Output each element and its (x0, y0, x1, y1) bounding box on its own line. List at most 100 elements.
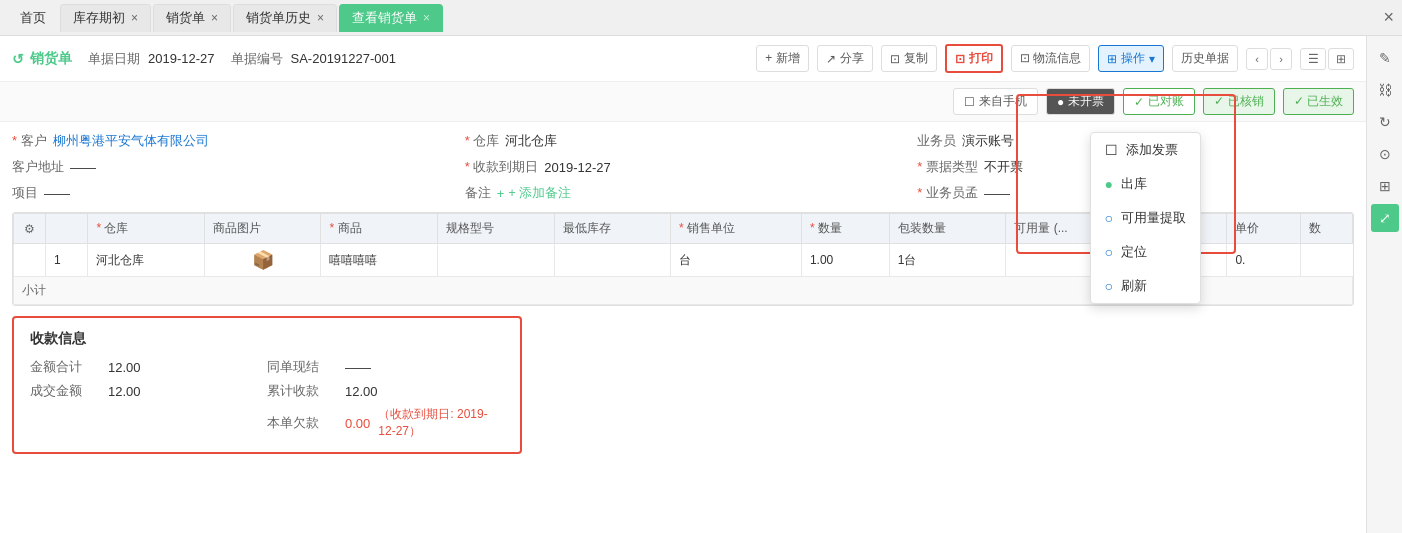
print-button[interactable]: ⊡ 打印 (945, 44, 1003, 73)
balance-row: 本单欠款 0.00 （收款到期日: 2019-12-27） (267, 406, 504, 440)
tab-bar-close[interactable]: × (1383, 7, 1394, 28)
tab-sales-close[interactable]: × (211, 11, 218, 25)
tab-view-sales[interactable]: 查看销货单 × (339, 4, 443, 32)
dropdown-locate[interactable]: ○ 定位 (1091, 235, 1200, 269)
tab-sales[interactable]: 销货单 × (153, 4, 231, 32)
customer-row: 客户 柳州粤港平安气体有限公司 (12, 132, 449, 150)
tab-inventory[interactable]: 库存期初 × (60, 4, 151, 32)
warehouse-label: 仓库 (465, 132, 500, 150)
warehouse-col-header: 仓库 (88, 214, 205, 244)
history-button[interactable]: 历史单据 (1172, 45, 1238, 72)
product-img-col-header: 商品图片 (204, 214, 321, 244)
same-settlement-label: 同单现结 (267, 358, 337, 376)
copy-icon: ⊡ (890, 52, 900, 66)
customer-value[interactable]: 柳州粤港平安气体有限公司 (53, 132, 209, 150)
sidebar-link-icon[interactable]: ⛓ (1371, 76, 1399, 104)
tab-home[interactable]: 首页 (8, 4, 58, 32)
unit-price-col-header: 单价 (1227, 214, 1301, 244)
dropdown-refresh[interactable]: ○ 刷新 (1091, 269, 1200, 303)
toolbar-row: ☐ 来自手机 ● 未开票 ✓ 已对账 ✓ 已核销 ✓ 已生效 (0, 82, 1366, 122)
row-settings (14, 244, 46, 277)
row-unit-price: 0. (1227, 244, 1301, 277)
tab-inventory-close[interactable]: × (131, 11, 138, 25)
payment-date-value: 2019-12-27 (544, 160, 611, 175)
sales-unit-col-header: 销售单位 (671, 214, 802, 244)
qty-col-header: 数量 (801, 214, 889, 244)
share-button[interactable]: ↗ 分享 (817, 45, 873, 72)
phone-icon: ☐ (964, 95, 975, 109)
sidebar-edit-icon[interactable]: ✎ (1371, 44, 1399, 72)
doc-type-label: 销货单 (30, 50, 72, 68)
add-note-button[interactable]: + + 添加备注 (497, 184, 572, 202)
balance-value: 0.00 (345, 416, 370, 431)
dropdown-add-invoice[interactable]: ☐ 添加发票 (1091, 133, 1200, 167)
note-row: 备注 + + 添加备注 (465, 184, 902, 202)
view-grid-button[interactable]: ⊞ (1328, 48, 1354, 70)
tab-sales-history[interactable]: 销货单历史 × (233, 4, 337, 32)
tab-sales-history-close[interactable]: × (317, 11, 324, 25)
row-warehouse: 河北仓库 (88, 244, 205, 277)
transaction-value: 12.00 (108, 384, 141, 399)
print-icon: ⊡ (955, 52, 965, 66)
pack-qty-col-header: 包装数量 (889, 214, 1006, 244)
refresh-label: 刷新 (1121, 277, 1147, 295)
sidebar-person-icon[interactable]: ⊙ (1371, 140, 1399, 168)
main-container: ↺ 销货单 单据日期 2019-12-27 单据编号 SA-20191227-0… (0, 36, 1402, 533)
settings-icon[interactable]: ⚙ (24, 222, 35, 236)
number-label: 单据编号 SA-20191227-001 (231, 50, 397, 68)
available-qty-label: 可用量提取 (1121, 209, 1186, 227)
dropdown-ship[interactable]: ● 出库 (1091, 167, 1200, 201)
unopened-ticket-button[interactable]: ● 未开票 (1046, 88, 1115, 115)
new-button[interactable]: + 新增 (756, 45, 808, 72)
grid-icon: ⊞ (1107, 52, 1117, 66)
add-note-icon: + (497, 186, 505, 201)
total-row: 金额合计 12.00 (30, 358, 267, 376)
project-label: 项目 (12, 184, 38, 202)
ops-button[interactable]: ⊞ 操作 ▾ (1098, 45, 1164, 72)
total-value: 12.00 (108, 360, 141, 375)
tab-home-label: 首页 (20, 9, 46, 27)
tab-bar: 首页 库存期初 × 销货单 × 销货单历史 × 查看销货单 × × (0, 0, 1402, 36)
ship-label: 出库 (1121, 175, 1147, 193)
warehouse-row: 仓库 河北仓库 (465, 132, 902, 150)
prev-button[interactable]: ‹ (1246, 48, 1268, 70)
nav-arrows: ‹ › (1246, 48, 1292, 70)
sold-status-button[interactable]: ✓ 已核销 (1203, 88, 1274, 115)
sales-agent-label: 业务员孟 (917, 184, 978, 202)
from-phone-button[interactable]: ☐ 来自手机 (953, 88, 1038, 115)
extra-col-header: 数 (1300, 214, 1352, 244)
rownum-col-header (46, 214, 88, 244)
ticket-type-value: 不开票 (984, 158, 1023, 176)
sidebar-expand-icon[interactable]: ⤢ (1371, 204, 1399, 232)
sales-icon: ↺ (12, 51, 24, 67)
cumulative-value: 12.00 (345, 384, 378, 399)
view-list-button[interactable]: ☰ (1300, 48, 1326, 70)
logistics-button[interactable]: ⊡ 物流信息 (1011, 45, 1090, 72)
next-button[interactable]: › (1270, 48, 1292, 70)
transaction-label: 成交金额 (30, 382, 100, 400)
row-qty: 1.00 (801, 244, 889, 277)
payment-grid: 金额合计 12.00 同单现结 —— 成交金额 12.00 累计收款 12.00… (30, 358, 504, 440)
doc-actions: + 新增 ↗ 分享 ⊡ 复制 ⊡ 打印 ⊡ 物流信息 ⊞ (756, 44, 1354, 73)
effective-status-button[interactable]: ✓ 已生效 (1283, 88, 1354, 115)
payment-title: 收款信息 (30, 330, 504, 348)
copy-button[interactable]: ⊡ 复制 (881, 45, 937, 72)
min-stock-col-header: 最低库存 (554, 214, 671, 244)
reconciled-button[interactable]: ✓ 已对账 (1123, 88, 1195, 115)
sidebar-rotate-icon[interactable]: ↻ (1371, 108, 1399, 136)
doc-meta: 单据日期 2019-12-27 单据编号 SA-20191227-001 (88, 50, 396, 68)
salesperson-label: 业务员 (917, 132, 956, 150)
add-invoice-label: 添加发票 (1126, 141, 1178, 159)
spec-col-header: 规格型号 (438, 214, 555, 244)
sidebar-table-icon[interactable]: ⊞ (1371, 172, 1399, 200)
ops-chevron-icon: ▾ (1149, 52, 1155, 66)
transaction-row: 成交金额 12.00 (30, 382, 267, 400)
tab-view-sales-label: 查看销货单 (352, 9, 417, 27)
locate-label: 定位 (1121, 243, 1147, 261)
dropdown-available-qty[interactable]: ○ 可用量提取 (1091, 201, 1200, 235)
tab-view-sales-close[interactable]: × (423, 11, 430, 25)
doc-header: ↺ 销货单 单据日期 2019-12-27 单据编号 SA-20191227-0… (0, 36, 1366, 82)
same-settlement-row: 同单现结 —— (267, 358, 504, 376)
logistics-icon: ⊡ (1020, 51, 1030, 65)
available-qty-icon: ○ (1105, 210, 1113, 226)
